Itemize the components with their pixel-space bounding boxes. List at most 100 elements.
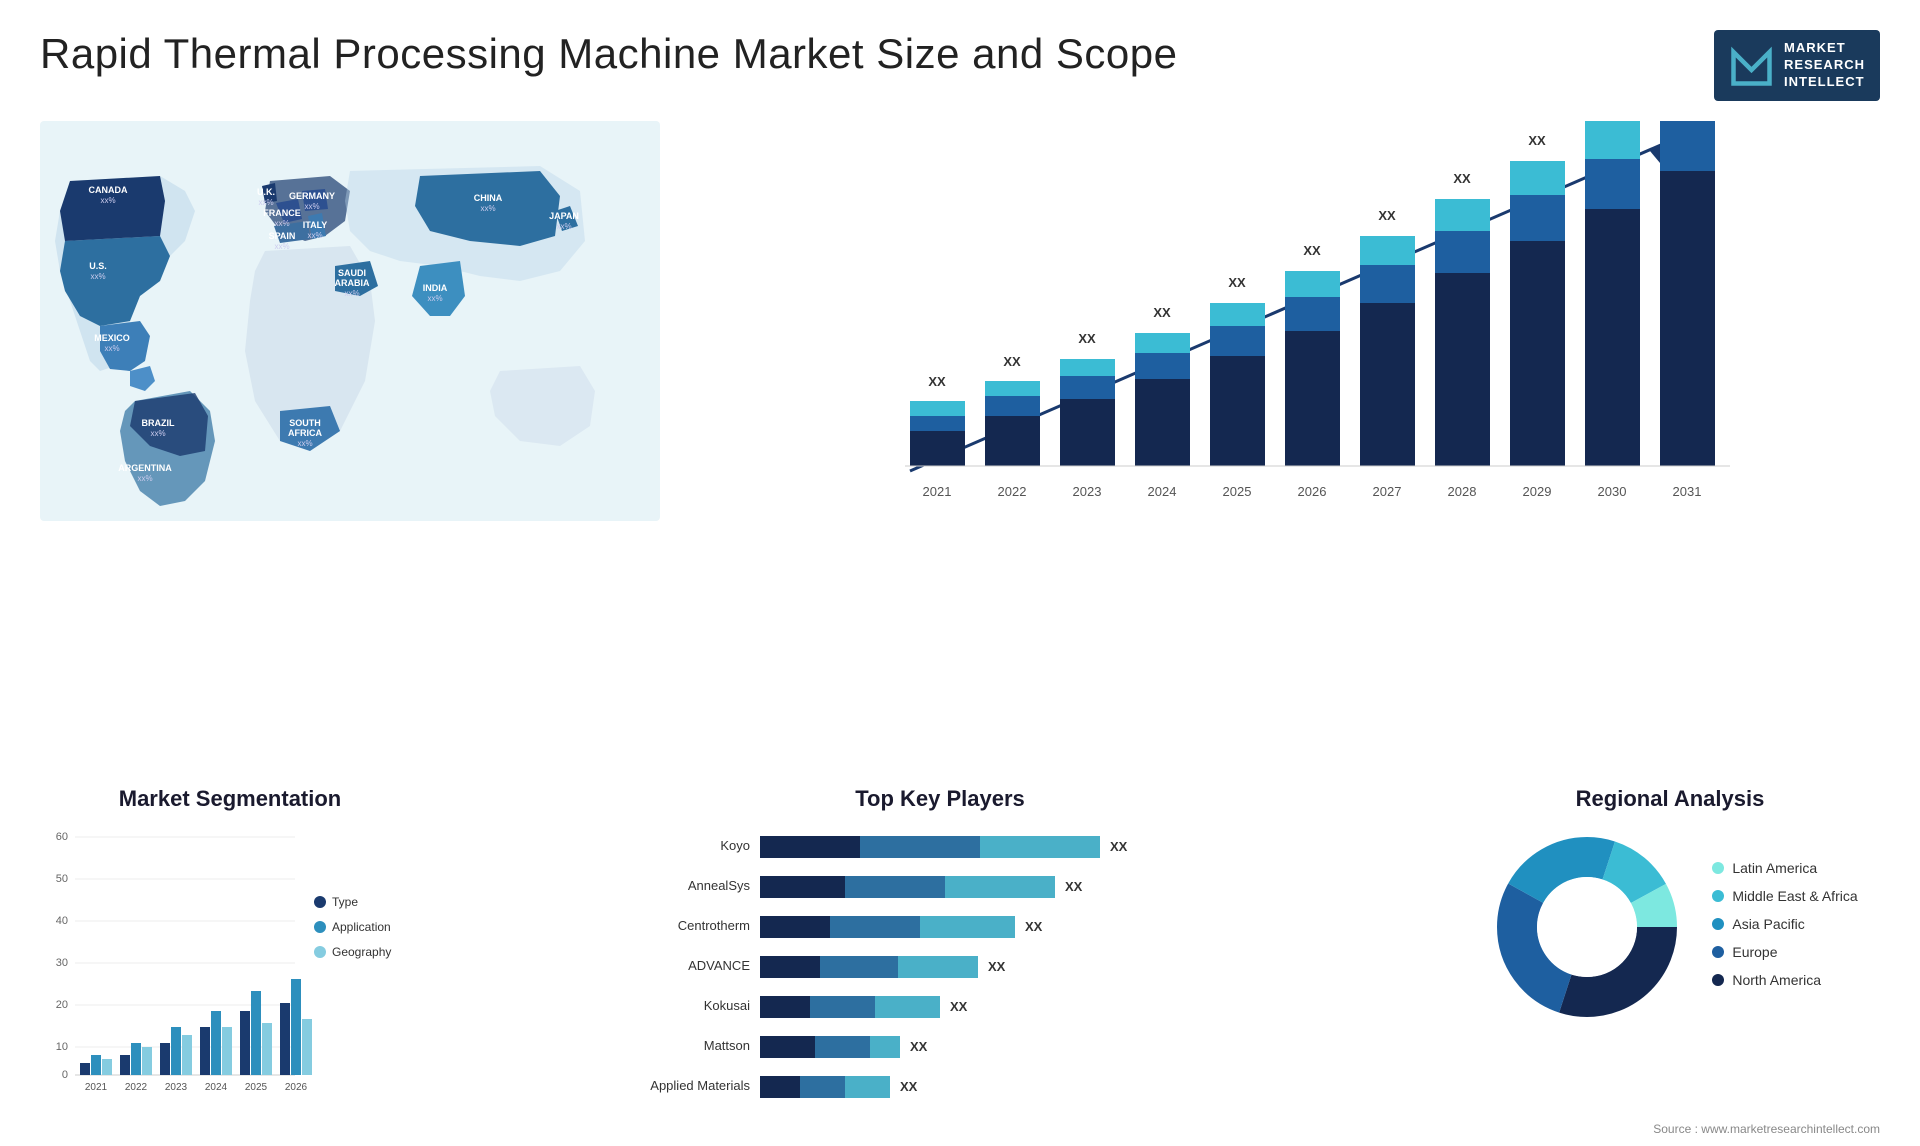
north-america-dot bbox=[1712, 974, 1724, 986]
legend-middle-east-africa: Middle East & Africa bbox=[1712, 888, 1857, 904]
svg-text:xx%: xx% bbox=[304, 202, 319, 211]
svg-text:Applied Materials: Applied Materials bbox=[650, 1078, 750, 1093]
svg-text:20: 20 bbox=[56, 999, 68, 1011]
chart-section: XX XX 2021 XX 2022 bbox=[680, 121, 1880, 776]
middle-east-africa-label: Middle East & Africa bbox=[1732, 888, 1857, 904]
header: Rapid Thermal Processing Machine Market … bbox=[40, 30, 1880, 101]
svg-text:SAUDI: SAUDI bbox=[338, 268, 366, 278]
page-container: Rapid Thermal Processing Machine Market … bbox=[0, 0, 1920, 1146]
svg-text:CHINA: CHINA bbox=[474, 193, 503, 203]
segmentation-chart-svg: 60 50 40 30 20 10 0 bbox=[40, 822, 420, 1102]
svg-text:2029: 2029 bbox=[1523, 484, 1552, 499]
segmentation-title: Market Segmentation bbox=[40, 786, 420, 812]
svg-text:2021: 2021 bbox=[923, 484, 952, 499]
key-players-section: Top Key Players Koyo XX AnnealSys XX bbox=[440, 786, 1440, 1126]
svg-text:xx%: xx% bbox=[150, 429, 165, 438]
page-title: Rapid Thermal Processing Machine Market … bbox=[40, 30, 1177, 78]
key-players-title: Top Key Players bbox=[440, 786, 1440, 812]
svg-text:50: 50 bbox=[56, 873, 68, 885]
svg-text:ARABIA: ARABIA bbox=[335, 278, 370, 288]
svg-text:xx%: xx% bbox=[344, 289, 359, 298]
svg-text:xx%: xx% bbox=[104, 344, 119, 353]
svg-text:xx%: xx% bbox=[258, 198, 273, 207]
svg-text:10: 10 bbox=[56, 1041, 68, 1053]
svg-text:Application: Application bbox=[332, 920, 391, 934]
source-text: Source : www.marketresearchintellect.com bbox=[1653, 1122, 1880, 1136]
svg-text:2026: 2026 bbox=[285, 1082, 308, 1093]
svg-text:2031: 2031 bbox=[1673, 484, 1702, 499]
svg-text:XX: XX bbox=[1153, 305, 1171, 320]
svg-text:xx%: xx% bbox=[307, 231, 322, 240]
svg-text:AFRICA: AFRICA bbox=[288, 428, 322, 438]
legend-asia-pacific: Asia Pacific bbox=[1712, 916, 1857, 932]
svg-text:ITALY: ITALY bbox=[303, 220, 328, 230]
segmentation-section: Market Segmentation 60 50 40 30 20 10 0 bbox=[40, 786, 420, 1126]
svg-text:30: 30 bbox=[56, 957, 68, 969]
svg-text:CANADA: CANADA bbox=[89, 185, 128, 195]
regional-title: Regional Analysis bbox=[1460, 786, 1880, 812]
donut-chart-svg bbox=[1482, 822, 1692, 1032]
legend-latin-america: Latin America bbox=[1712, 860, 1857, 876]
bottom-row: Market Segmentation 60 50 40 30 20 10 0 bbox=[40, 786, 1880, 1126]
svg-text:xx%: xx% bbox=[90, 272, 105, 281]
svg-text:2028: 2028 bbox=[1448, 484, 1477, 499]
svg-text:U.K.: U.K. bbox=[257, 187, 275, 197]
latin-america-dot bbox=[1712, 862, 1724, 874]
svg-text:JAPAN: JAPAN bbox=[549, 211, 579, 221]
svg-text:INDIA: INDIA bbox=[423, 283, 448, 293]
svg-text:AnnealSys: AnnealSys bbox=[688, 878, 751, 893]
world-map-area: CANADA xx% U.S. xx% MEXICO xx% BRAZIL xx… bbox=[40, 121, 660, 521]
bar-chart-area: XX XX 2021 XX 2022 bbox=[680, 121, 1880, 521]
svg-text:xx%: xx% bbox=[274, 242, 289, 251]
svg-text:2022: 2022 bbox=[998, 484, 1027, 499]
regional-section: Regional Analysis bbox=[1460, 786, 1880, 1126]
svg-text:2023: 2023 bbox=[165, 1082, 188, 1093]
asia-pacific-label: Asia Pacific bbox=[1732, 916, 1804, 932]
svg-text:2024: 2024 bbox=[205, 1082, 228, 1093]
svg-text:XX: XX bbox=[1078, 331, 1096, 346]
svg-text:MEXICO: MEXICO bbox=[94, 333, 130, 343]
logo-icon bbox=[1729, 43, 1774, 88]
donut-area: Latin America Middle East & Africa Asia … bbox=[1460, 822, 1880, 1032]
svg-text:Mattson: Mattson bbox=[704, 1038, 750, 1053]
svg-text:XX: XX bbox=[1025, 919, 1043, 934]
svg-text:ADVANCE: ADVANCE bbox=[688, 958, 750, 973]
svg-text:Type: Type bbox=[332, 895, 358, 909]
players-chart-svg: Koyo XX AnnealSys XX Centrotherm bbox=[460, 822, 1420, 1112]
logo-container: MARKET RESEARCH INTELLECT bbox=[1714, 30, 1880, 101]
svg-text:2021: 2021 bbox=[85, 1082, 108, 1093]
svg-text:XX: XX bbox=[1528, 133, 1546, 148]
svg-text:2027: 2027 bbox=[1373, 484, 1402, 499]
svg-text:SOUTH: SOUTH bbox=[289, 418, 321, 428]
logo-text: MARKET RESEARCH INTELLECT bbox=[1784, 40, 1865, 91]
svg-text:2030: 2030 bbox=[1598, 484, 1627, 499]
svg-text:BRAZIL: BRAZIL bbox=[142, 418, 175, 428]
europe-label: Europe bbox=[1732, 944, 1777, 960]
players-chart: Koyo XX AnnealSys XX Centrotherm bbox=[440, 822, 1440, 1117]
main-bar-chart-svg: XX XX 2021 XX 2022 bbox=[680, 121, 1880, 521]
asia-pacific-dot bbox=[1712, 918, 1724, 930]
world-map-svg: CANADA xx% U.S. xx% MEXICO xx% BRAZIL xx… bbox=[40, 121, 660, 521]
svg-text:XX: XX bbox=[1453, 171, 1471, 186]
svg-text:Kokusai: Kokusai bbox=[704, 998, 750, 1013]
europe-dot bbox=[1712, 946, 1724, 958]
svg-text:xx%: xx% bbox=[274, 219, 289, 228]
svg-text:0: 0 bbox=[62, 1069, 68, 1081]
svg-text:60: 60 bbox=[56, 831, 68, 843]
svg-text:GERMANY: GERMANY bbox=[289, 191, 335, 201]
svg-text:2022: 2022 bbox=[125, 1082, 148, 1093]
svg-text:Koyo: Koyo bbox=[720, 838, 750, 853]
svg-text:XX: XX bbox=[1003, 354, 1021, 369]
legend-europe: Europe bbox=[1712, 944, 1857, 960]
svg-text:Centrotherm: Centrotherm bbox=[678, 918, 750, 933]
svg-text:XX: XX bbox=[988, 959, 1006, 974]
svg-text:XX: XX bbox=[1228, 275, 1246, 290]
middle-east-africa-dot bbox=[1712, 890, 1724, 902]
svg-text:40: 40 bbox=[56, 915, 68, 927]
svg-text:ARGENTINA: ARGENTINA bbox=[118, 463, 172, 473]
north-america-label: North America bbox=[1732, 972, 1821, 988]
svg-text:2025: 2025 bbox=[1223, 484, 1252, 499]
svg-text:xx%: xx% bbox=[137, 474, 152, 483]
svg-text:xx%: xx% bbox=[427, 294, 442, 303]
svg-text:XX: XX bbox=[1065, 879, 1083, 894]
